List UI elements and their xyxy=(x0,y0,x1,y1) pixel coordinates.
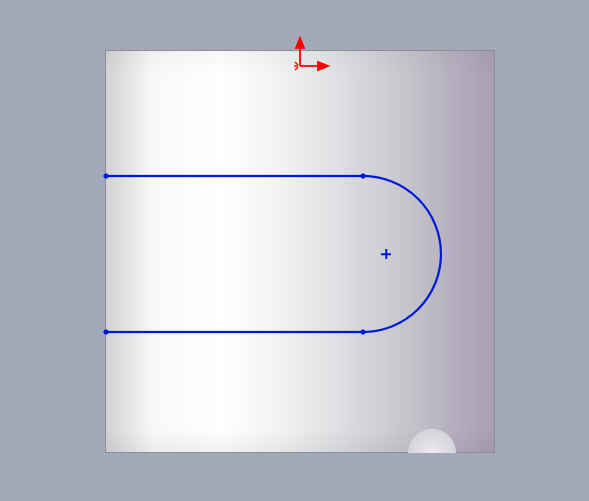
bottom-fillet-highlight xyxy=(408,429,456,453)
cad-viewport[interactable] xyxy=(0,0,589,501)
cylindrical-body-front-face[interactable] xyxy=(105,50,495,453)
origin-arrowhead-y-icon xyxy=(296,38,304,48)
